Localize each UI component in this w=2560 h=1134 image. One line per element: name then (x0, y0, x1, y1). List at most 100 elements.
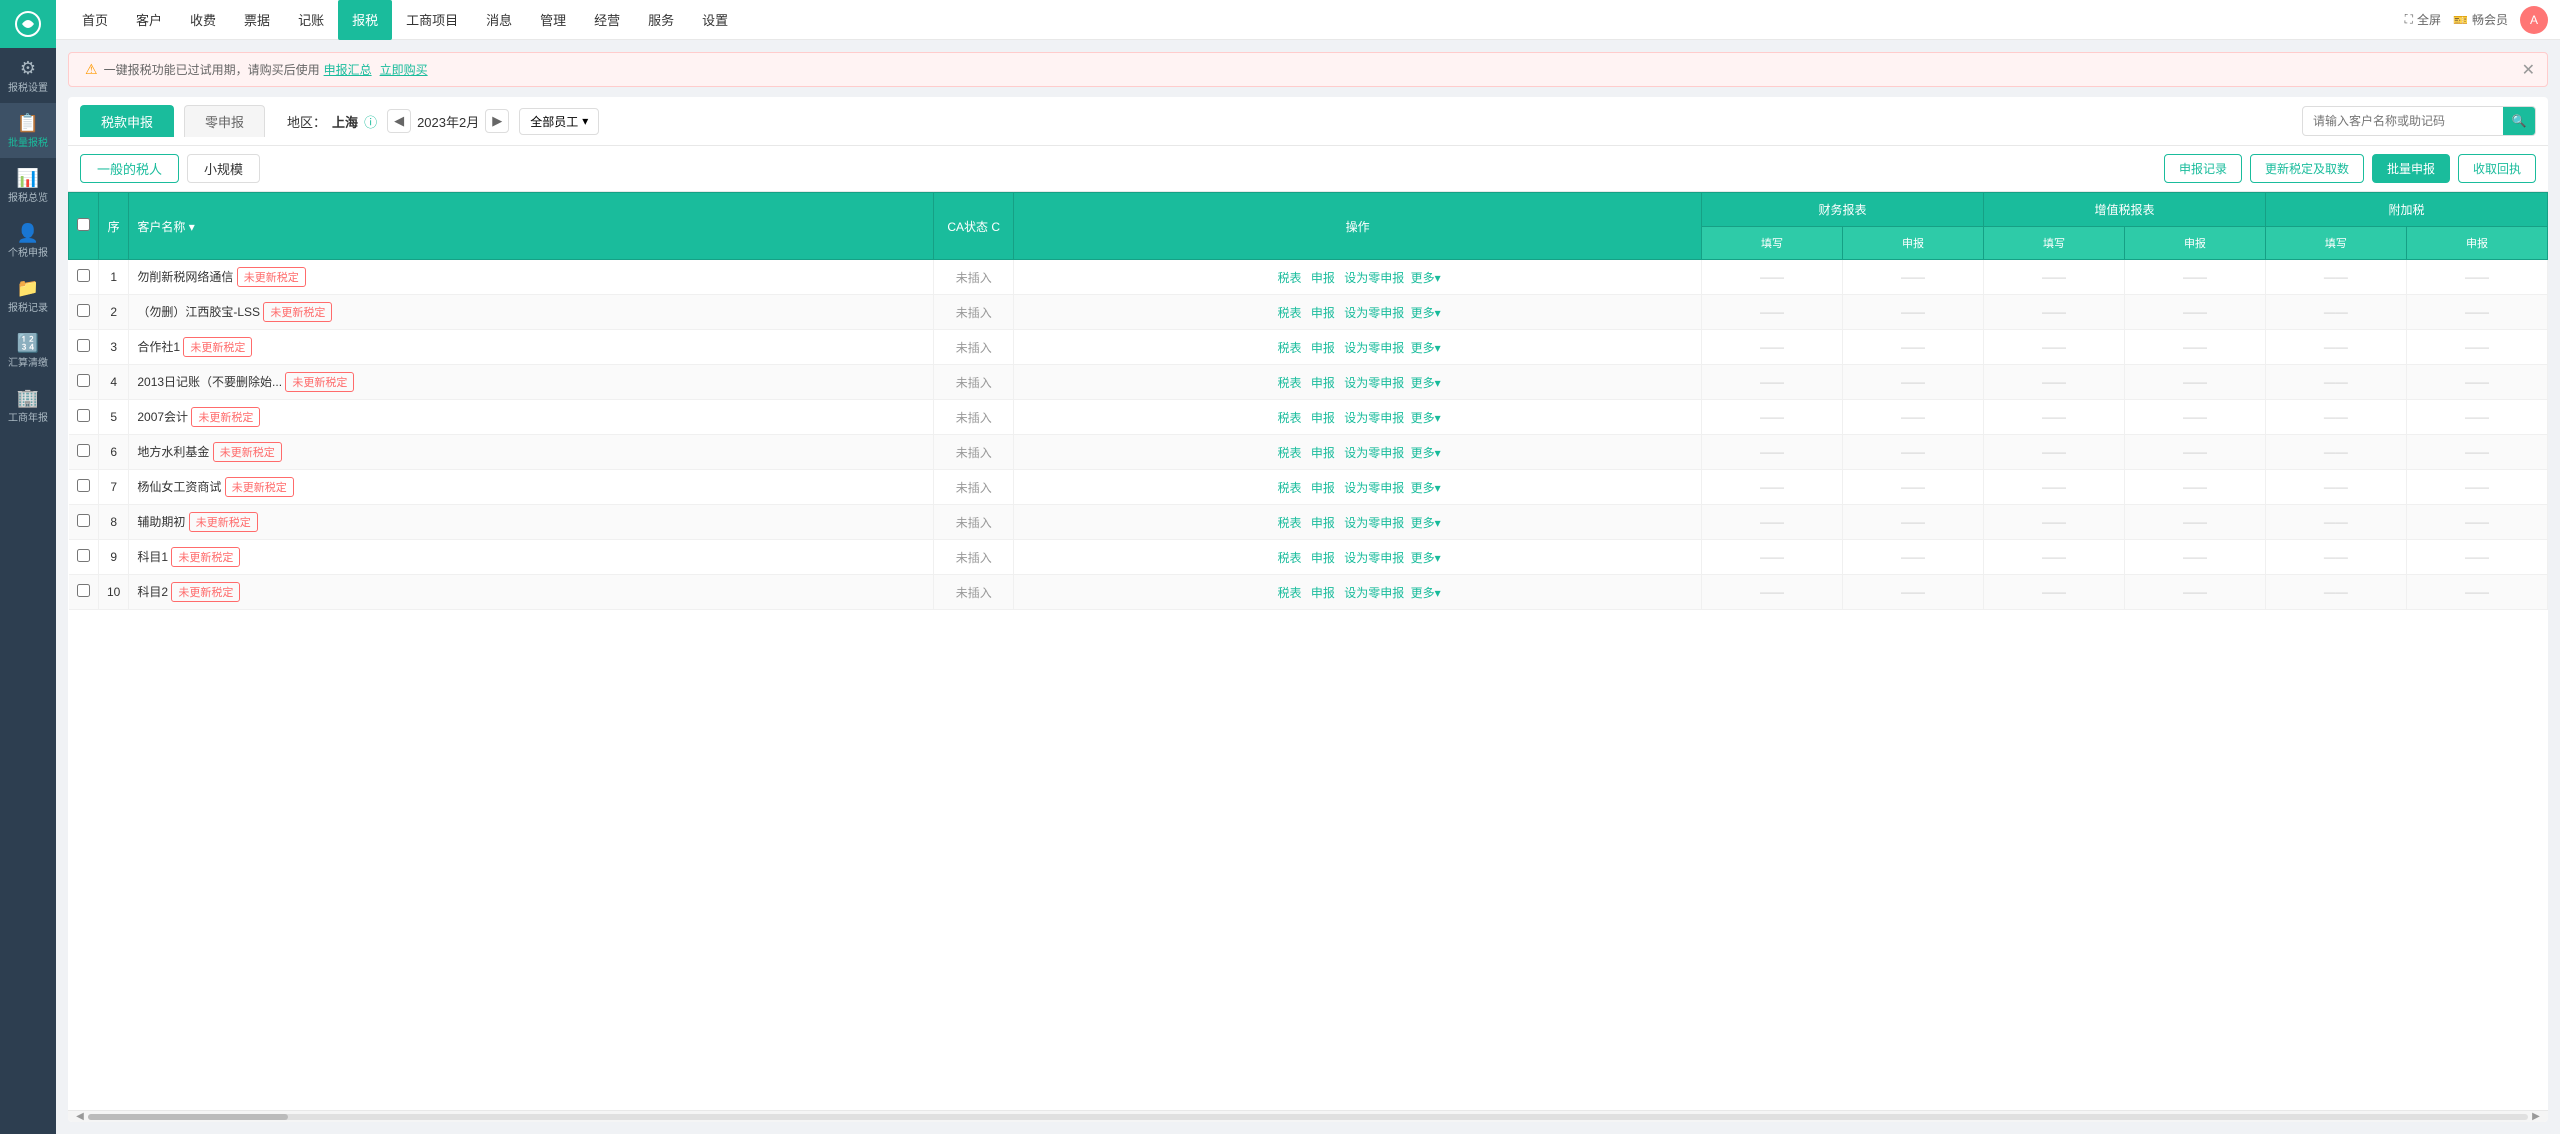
op-tax-form[interactable]: 税表 (1278, 516, 1302, 530)
row-checkbox[interactable] (69, 470, 99, 505)
op-more[interactable]: 更多▾ (1411, 271, 1441, 285)
op-more[interactable]: 更多▾ (1411, 551, 1441, 565)
op-declare[interactable]: 申报 (1311, 376, 1335, 390)
op-zero-declare[interactable]: 设为零申报 (1344, 341, 1404, 355)
row-checkbox[interactable] (69, 260, 99, 295)
row-sur-fill: —— (2265, 260, 2406, 295)
nav-manage[interactable]: 管理 (526, 0, 580, 40)
nav-invoice[interactable]: 票据 (230, 0, 284, 40)
sidebar-item-baoshuijilu[interactable]: 📁 报税记录 (0, 268, 56, 323)
nav-account[interactable]: 记账 (284, 0, 338, 40)
op-declare[interactable]: 申报 (1311, 446, 1335, 460)
sidebar-item-gongshangnianb[interactable]: 🏢 工商年报 (0, 378, 56, 433)
op-tax-form[interactable]: 税表 (1278, 446, 1302, 460)
scroll-thumb[interactable] (88, 1114, 288, 1120)
op-tax-form[interactable]: 税表 (1278, 411, 1302, 425)
search-input[interactable] (2303, 110, 2503, 132)
nav-home[interactable]: 首页 (68, 0, 122, 40)
op-zero-declare[interactable]: 设为零申报 (1344, 446, 1404, 460)
op-more[interactable]: 更多▾ (1411, 586, 1441, 600)
row-checkbox[interactable] (69, 540, 99, 575)
op-zero-declare[interactable]: 设为零申报 (1344, 376, 1404, 390)
op-declare[interactable]: 申报 (1311, 481, 1335, 495)
fullscreen-button[interactable]: ⛶ 全屏 (2405, 11, 2441, 28)
dept-select[interactable]: 全部员工 ▾ (519, 108, 599, 135)
op-more[interactable]: 更多▾ (1411, 341, 1441, 355)
row-checkbox[interactable] (69, 505, 99, 540)
nav-service[interactable]: 服务 (634, 0, 688, 40)
op-more[interactable]: 更多▾ (1411, 376, 1441, 390)
banner-link-buy[interactable]: 立即购买 (380, 61, 428, 78)
sidebar-item-piliangshuibao[interactable]: 📋 批量报税 (0, 103, 56, 158)
sidebar-item-jisuanqingsu[interactable]: 🔢 汇算清缴 (0, 323, 56, 378)
op-more[interactable]: 更多▾ (1411, 481, 1441, 495)
op-declare[interactable]: 申报 (1311, 586, 1335, 600)
op-tax-form[interactable]: 税表 (1278, 586, 1302, 600)
op-tax-form[interactable]: 税表 (1278, 551, 1302, 565)
op-tax-form[interactable]: 税表 (1278, 376, 1302, 390)
scroll-left-arrow[interactable]: ◀ (72, 1109, 88, 1123)
op-declare[interactable]: 申报 (1311, 551, 1335, 565)
subtab-small[interactable]: 小规模 (187, 154, 260, 183)
region-info-icon[interactable]: ⓘ (364, 112, 377, 131)
tab-zero-declaration[interactable]: 零申报 (184, 105, 265, 137)
record-button[interactable]: 申报记录 (2164, 154, 2242, 183)
op-declare[interactable]: 申报 (1311, 516, 1335, 530)
horizontal-scrollbar[interactable]: ◀ ▶ (68, 1110, 2548, 1122)
row-checkbox[interactable] (69, 365, 99, 400)
op-more[interactable]: 更多▾ (1411, 411, 1441, 425)
row-fin-fill: —— (1702, 365, 1843, 400)
sidebar-item-baoshuitotals[interactable]: 📊 报税总览 (0, 158, 56, 213)
op-declare[interactable]: 申报 (1311, 341, 1335, 355)
search-button[interactable]: 🔍 (2503, 107, 2535, 135)
op-zero-declare[interactable]: 设为零申报 (1344, 516, 1404, 530)
row-checkbox[interactable] (69, 295, 99, 330)
update-button[interactable]: 更新税定及取数 (2250, 154, 2364, 183)
user-avatar[interactable]: A (2520, 6, 2548, 34)
banner-link-summary[interactable]: 申报汇总 (324, 61, 372, 78)
batch-declare-button[interactable]: 批量申报 (2372, 154, 2450, 183)
nav-operation[interactable]: 经营 (580, 0, 634, 40)
row-checkbox[interactable] (69, 575, 99, 610)
logo[interactable] (0, 0, 56, 48)
row-checkbox[interactable] (69, 400, 99, 435)
tab-tax-declaration[interactable]: 税款申报 (80, 105, 174, 137)
member-button[interactable]: 🎫 畅会员 (2453, 11, 2508, 28)
nav-msg[interactable]: 消息 (472, 0, 526, 40)
op-tax-form[interactable]: 税表 (1278, 271, 1302, 285)
op-declare[interactable]: 申报 (1311, 306, 1335, 320)
date-prev-button[interactable]: ◀ (387, 109, 411, 133)
nav-client[interactable]: 客户 (122, 0, 176, 40)
op-declare[interactable]: 申报 (1311, 411, 1335, 425)
sidebar-item-baoshuishezhi[interactable]: ⚙ 报税设置 (0, 48, 56, 103)
op-zero-declare[interactable]: 设为零申报 (1344, 271, 1404, 285)
row-checkbox[interactable] (69, 435, 99, 470)
sort-icon[interactable]: ▾ (189, 220, 195, 234)
op-more[interactable]: 更多▾ (1411, 516, 1441, 530)
op-declare[interactable]: 申报 (1311, 271, 1335, 285)
op-more[interactable]: 更多▾ (1411, 446, 1441, 460)
nav-tax[interactable]: 报税 (338, 0, 392, 40)
row-checkbox[interactable] (69, 330, 99, 365)
op-tax-form[interactable]: 税表 (1278, 341, 1302, 355)
op-zero-declare[interactable]: 设为零申报 (1344, 481, 1404, 495)
op-tax-form[interactable]: 税表 (1278, 481, 1302, 495)
select-all-checkbox[interactable] (77, 218, 90, 231)
nav-settings[interactable]: 设置 (688, 0, 742, 40)
op-zero-declare[interactable]: 设为零申报 (1344, 551, 1404, 565)
banner-close-button[interactable]: ✕ (2522, 60, 2535, 80)
banner-text: 一键报税功能已过试用期，请购买后使用 (104, 61, 320, 78)
op-zero-declare[interactable]: 设为零申报 (1344, 306, 1404, 320)
op-zero-declare[interactable]: 设为零申报 (1344, 411, 1404, 425)
nav-fee[interactable]: 收费 (176, 0, 230, 40)
op-tax-form[interactable]: 税表 (1278, 306, 1302, 320)
op-zero-declare[interactable]: 设为零申报 (1344, 586, 1404, 600)
scroll-track[interactable] (88, 1114, 2528, 1120)
nav-biz[interactable]: 工商项目 (392, 0, 472, 40)
scroll-right-arrow[interactable]: ▶ (2528, 1109, 2544, 1123)
date-next-button[interactable]: ▶ (485, 109, 509, 133)
op-more[interactable]: 更多▾ (1411, 306, 1441, 320)
subtab-general[interactable]: 一般的税人 (80, 154, 179, 183)
sidebar-item-geshuishenb[interactable]: 👤 个税申报 (0, 213, 56, 268)
collect-button[interactable]: 收取回执 (2458, 154, 2536, 183)
